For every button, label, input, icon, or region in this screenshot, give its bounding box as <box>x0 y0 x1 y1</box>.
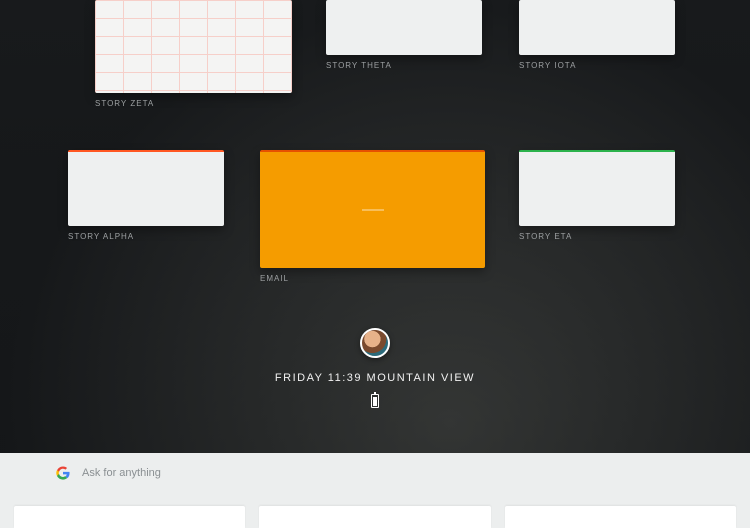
card-label: STORY IOTA <box>519 61 576 70</box>
feed-card[interactable] <box>505 506 736 528</box>
avatar[interactable] <box>360 328 390 358</box>
card-story-zeta[interactable]: STORY ZETA <box>95 0 292 93</box>
feed-card[interactable] <box>14 506 245 528</box>
clock-text: FRIDAY 11:39 MOUNTAIN VIEW <box>0 372 750 384</box>
card-story-eta[interactable]: STORY ETA <box>519 150 675 226</box>
card-label: STORY ETA <box>519 232 572 241</box>
card-email[interactable]: EMAIL <box>260 150 485 268</box>
battery-icon <box>371 394 379 408</box>
card-story-alpha[interactable]: STORY ALPHA <box>68 150 224 226</box>
card-story-iota[interactable]: STORY IOTA <box>519 0 675 55</box>
feed-card[interactable] <box>259 506 490 528</box>
card-story-theta[interactable]: STORY THETA <box>326 0 482 55</box>
card-label: STORY ALPHA <box>68 232 134 241</box>
card-label: STORY ZETA <box>95 99 154 108</box>
search-bar[interactable]: Ask for anything <box>0 453 750 493</box>
google-logo-icon <box>56 466 70 480</box>
card-label: EMAIL <box>260 274 289 283</box>
bottom-panel: Ask for anything <box>0 453 750 528</box>
card-label: STORY THETA <box>326 61 392 70</box>
overview-screen: STORY ZETA STORY THETA STORY IOTA STORY … <box>0 0 750 528</box>
feed-card-row <box>0 506 750 528</box>
search-placeholder: Ask for anything <box>82 467 161 479</box>
